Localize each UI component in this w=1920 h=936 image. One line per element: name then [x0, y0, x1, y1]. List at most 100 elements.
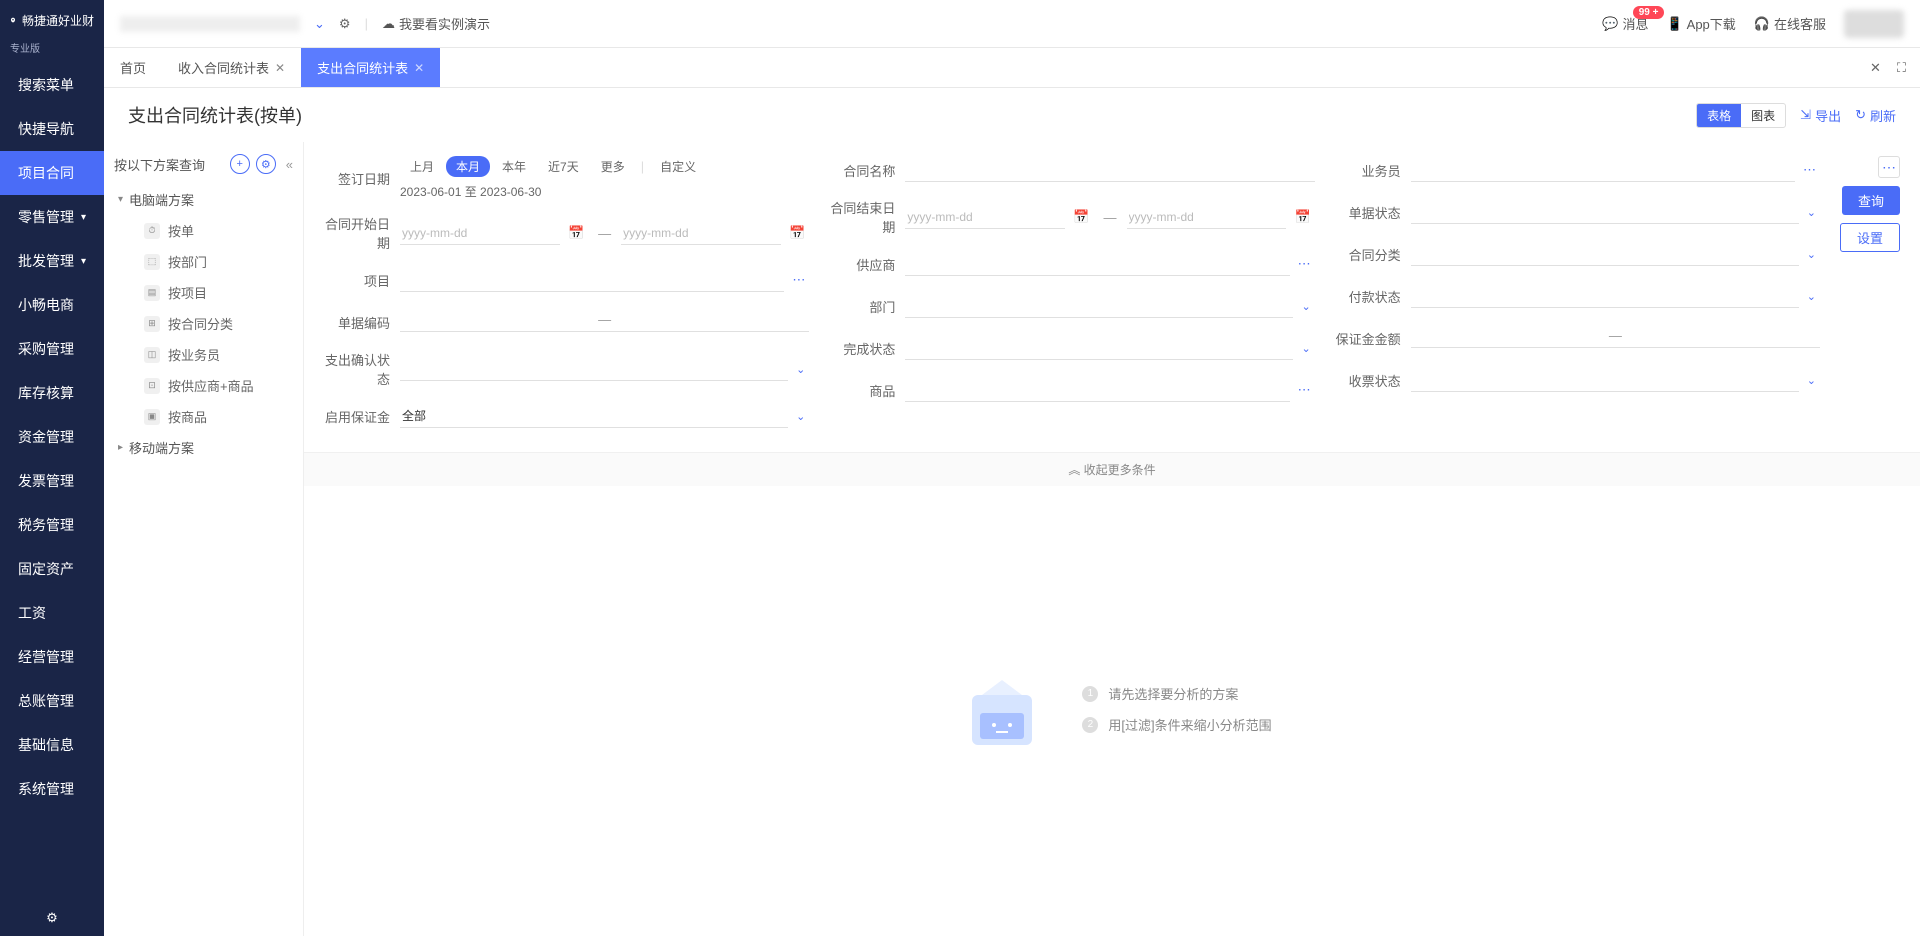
tree-leaf[interactable]: ⊡按供应商+商品: [114, 370, 293, 401]
date-range-text: 2023-06-01 至 2023-06-30: [400, 183, 541, 200]
nav-item[interactable]: 基础信息: [0, 723, 104, 767]
view-table-button[interactable]: 表格: [1697, 104, 1741, 127]
end-date-from-input[interactable]: [905, 206, 1065, 229]
nav-item[interactable]: 资金管理: [0, 415, 104, 459]
tree-leaf[interactable]: ⬚按部门: [114, 246, 293, 277]
calendar-icon[interactable]: 📅: [564, 225, 588, 241]
online-service-button[interactable]: 🎧 在线客服: [1754, 14, 1826, 33]
tree-group[interactable]: ▾电脑端方案: [114, 184, 293, 215]
company-selector[interactable]: [120, 16, 300, 32]
pay-status-select[interactable]: [1411, 285, 1799, 308]
more-icon[interactable]: ⋯: [788, 272, 809, 288]
chevron-down-icon[interactable]: ⌄: [792, 363, 809, 376]
tab[interactable]: 收入合同统计表✕: [162, 48, 301, 87]
more-icon[interactable]: ⋯: [1294, 382, 1315, 398]
chevron-down-icon[interactable]: ⌄: [1803, 206, 1820, 219]
tree-leaf[interactable]: ◫按业务员: [114, 339, 293, 370]
date-range-pill[interactable]: 更多: [591, 156, 635, 177]
date-range-pill[interactable]: 本年: [492, 156, 536, 177]
empty-state: 1请先选择要分析的方案 2用[过滤]条件来缩小分析范围: [304, 494, 1920, 936]
salesperson-input[interactable]: [1411, 159, 1795, 182]
nav-item[interactable]: 搜索菜单: [0, 63, 104, 107]
collapse-filters-button[interactable]: ︽ 收起更多条件: [304, 452, 1920, 486]
tree-leaf[interactable]: ⏱按单: [114, 215, 293, 246]
close-icon[interactable]: ✕: [275, 61, 285, 75]
nav-item[interactable]: 系统管理: [0, 767, 104, 811]
tree-group[interactable]: ▸移动端方案: [114, 432, 293, 463]
nav-item[interactable]: 税务管理: [0, 503, 104, 547]
calendar-icon[interactable]: 📅: [1069, 209, 1093, 225]
gear-icon[interactable]: ⚙: [339, 16, 351, 32]
filter-settings-button[interactable]: 设置: [1840, 223, 1900, 252]
app-download-button[interactable]: 📱 App下载: [1666, 14, 1735, 33]
triangle-icon: ▾: [118, 194, 123, 205]
export-button[interactable]: ⇲ 导出: [1800, 106, 1841, 125]
fullscreen-icon[interactable]: ⛶: [1893, 56, 1910, 80]
nav-settings-icon[interactable]: ⚙: [0, 900, 104, 936]
chevron-down-icon[interactable]: ⌄: [1297, 342, 1314, 355]
demo-link[interactable]: ☁ 我要看实例演示: [382, 14, 490, 33]
end-date-to-input[interactable]: [1127, 206, 1287, 229]
nav-item[interactable]: 库存核算: [0, 371, 104, 415]
dept-select[interactable]: [905, 295, 1293, 318]
chevron-down-icon[interactable]: ⌄: [1803, 374, 1820, 387]
more-icon[interactable]: ⋯: [1799, 162, 1820, 178]
user-avatar[interactable]: [1844, 10, 1904, 38]
nav-item[interactable]: 小畅电商: [0, 283, 104, 327]
nav-item[interactable]: 项目合同: [0, 151, 104, 195]
contract-name-input[interactable]: [905, 159, 1314, 182]
chevron-down-icon[interactable]: ⌄: [1297, 300, 1314, 313]
calendar-icon[interactable]: 📅: [785, 225, 809, 241]
goods-input[interactable]: [905, 379, 1289, 402]
nav-item[interactable]: 固定资产: [0, 547, 104, 591]
start-date-to-input[interactable]: [621, 222, 781, 245]
chevron-down-icon[interactable]: ⌄: [1803, 290, 1820, 303]
confirm-status-select[interactable]: [400, 358, 788, 381]
calendar-icon[interactable]: 📅: [1290, 209, 1314, 225]
chevron-down-icon[interactable]: ⌄: [792, 410, 809, 423]
doc-code-input[interactable]: —: [400, 312, 809, 332]
messages-button[interactable]: 💬 消息 99 +: [1602, 14, 1648, 33]
scheme-type-icon: ⊞: [144, 316, 160, 332]
nav-item[interactable]: 总账管理: [0, 679, 104, 723]
scheme-settings-button[interactable]: ⚙: [256, 154, 276, 174]
margin-amount-input[interactable]: —: [1411, 328, 1820, 348]
deposit-enable-select[interactable]: [400, 405, 788, 428]
expand-fields-button[interactable]: ⋯: [1878, 156, 1900, 178]
invoice-status-select[interactable]: [1411, 369, 1799, 392]
project-input[interactable]: [400, 269, 784, 292]
headset-icon: 🎧: [1754, 16, 1770, 32]
close-icon[interactable]: ✕: [414, 61, 424, 75]
tree-leaf[interactable]: ▤按项目: [114, 277, 293, 308]
nav-item[interactable]: 批发管理▾: [0, 239, 104, 283]
date-custom-button[interactable]: 自定义: [650, 156, 706, 177]
doc-status-select[interactable]: [1411, 201, 1799, 224]
tree-leaf[interactable]: ▣按商品: [114, 401, 293, 432]
contract-class-select[interactable]: [1411, 243, 1799, 266]
supplier-input[interactable]: [905, 253, 1289, 276]
query-button[interactable]: 查询: [1842, 186, 1900, 215]
start-date-from-input[interactable]: [400, 222, 560, 245]
view-chart-button[interactable]: 图表: [1741, 104, 1785, 127]
scheme-type-icon: ⬚: [144, 254, 160, 270]
tab[interactable]: 首页: [104, 48, 162, 87]
more-icon[interactable]: ⋯: [1294, 256, 1315, 272]
finish-status-select[interactable]: [905, 337, 1293, 360]
tree-leaf[interactable]: ⊞按合同分类: [114, 308, 293, 339]
date-range-pill[interactable]: 本月: [446, 156, 490, 177]
nav-item[interactable]: 零售管理▾: [0, 195, 104, 239]
add-scheme-button[interactable]: +: [230, 154, 250, 174]
collapse-panel-icon[interactable]: «: [286, 157, 293, 172]
nav-item[interactable]: 采购管理: [0, 327, 104, 371]
dropdown-icon[interactable]: ⌄: [314, 16, 325, 32]
close-all-tabs-icon[interactable]: ✕: [1866, 56, 1885, 80]
tab[interactable]: 支出合同统计表✕: [301, 48, 440, 87]
nav-item[interactable]: 发票管理: [0, 459, 104, 503]
chevron-down-icon[interactable]: ⌄: [1803, 248, 1820, 261]
date-range-pill[interactable]: 近7天: [538, 156, 589, 177]
nav-item[interactable]: 工资: [0, 591, 104, 635]
nav-item[interactable]: 经营管理: [0, 635, 104, 679]
date-range-pill[interactable]: 上月: [400, 156, 444, 177]
nav-item[interactable]: 快捷导航: [0, 107, 104, 151]
refresh-button[interactable]: ↻ 刷新: [1855, 106, 1896, 125]
